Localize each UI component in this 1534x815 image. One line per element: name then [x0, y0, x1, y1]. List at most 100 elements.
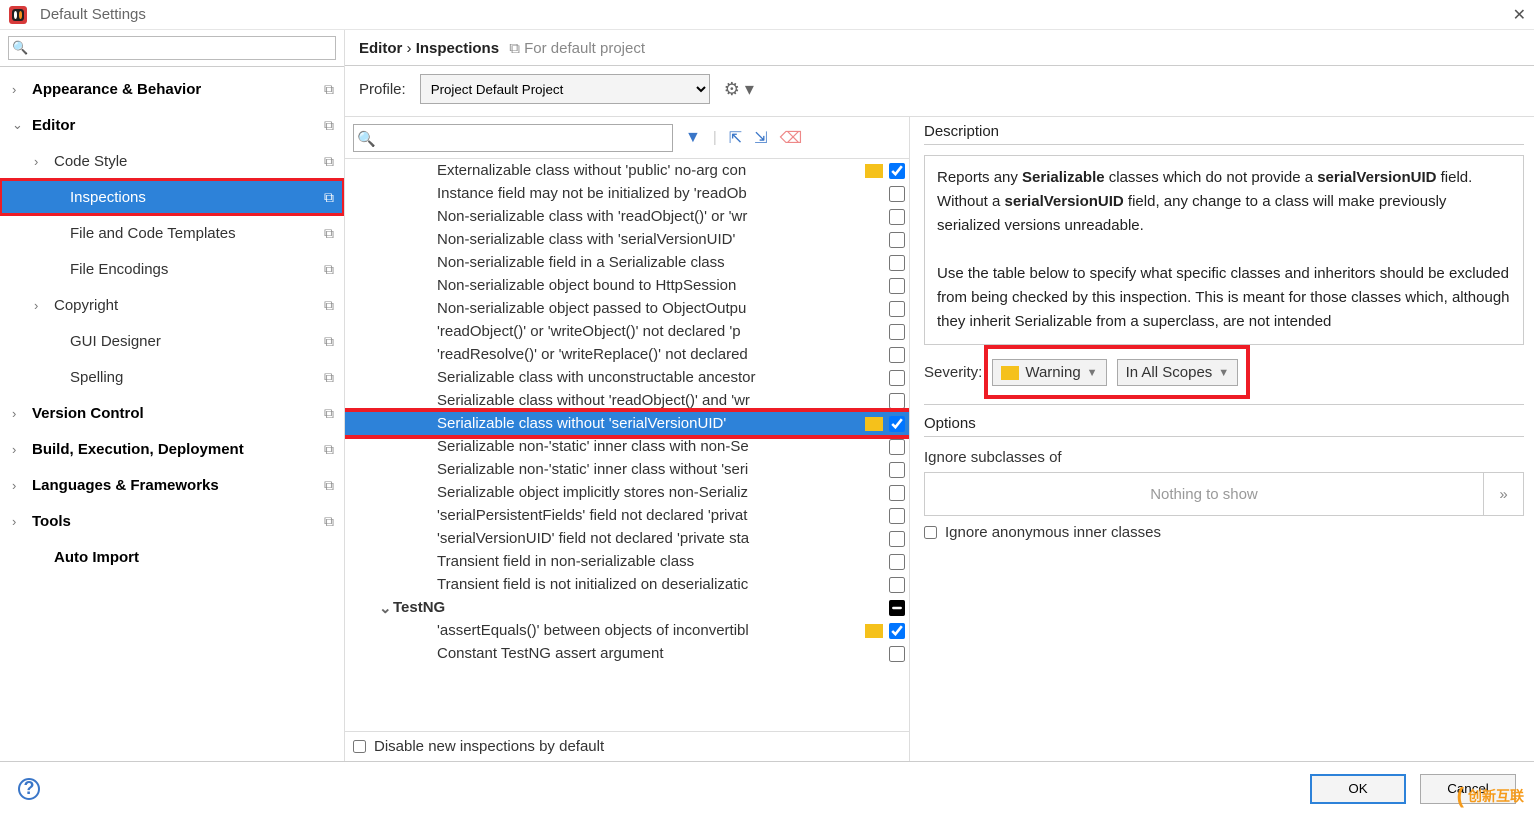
severity-swatch — [865, 279, 883, 293]
inspection-label: Non-serializable class with 'readObject(… — [437, 208, 861, 225]
inspection-item[interactable]: Externalizable class without 'public' no… — [345, 159, 909, 182]
inspection-item[interactable]: Serializable non-'static' inner class wi… — [345, 458, 909, 481]
inspection-checkbox[interactable] — [889, 554, 905, 570]
inspection-checkbox[interactable] — [889, 186, 905, 202]
copy-icon: ⧉ — [324, 513, 334, 530]
inspection-item[interactable]: Transient field in non-serializable clas… — [345, 550, 909, 573]
inspection-checkbox[interactable] — [889, 531, 905, 547]
inspection-item[interactable]: Constant TestNG assert argument — [345, 642, 909, 665]
inspection-checkbox[interactable] — [889, 416, 905, 432]
expand-icon[interactable]: ⇱ — [729, 128, 742, 148]
inspection-item[interactable]: Serializable object implicitly stores no… — [345, 481, 909, 504]
ignore-anon-checkbox[interactable] — [924, 526, 937, 539]
inspection-label: Non-serializable object passed to Object… — [437, 300, 861, 317]
inspection-checkbox[interactable] — [889, 577, 905, 593]
sidebar-item[interactable]: File and Code Templates⧉ — [0, 215, 344, 251]
inspections-list[interactable]: Externalizable class without 'public' no… — [345, 159, 909, 731]
inspection-checkbox[interactable] — [889, 600, 905, 616]
severity-swatch — [865, 164, 883, 178]
sidebar-item-label: GUI Designer — [70, 333, 324, 350]
reset-icon[interactable]: ⌫ — [780, 128, 803, 148]
inspection-item[interactable]: Non-serializable object passed to Object… — [345, 297, 909, 320]
inspections-search-input[interactable] — [353, 124, 673, 152]
sidebar-item[interactable]: Inspections⧉ — [0, 179, 344, 215]
gear-icon[interactable]: ⚙ ▾ — [724, 79, 754, 100]
inspection-checkbox[interactable] — [889, 255, 905, 271]
inspection-checkbox[interactable] — [889, 462, 905, 478]
inspection-checkbox[interactable] — [889, 301, 905, 317]
sidebar-item[interactable]: ›Build, Execution, Deployment⧉ — [0, 431, 344, 467]
inspection-label: Serializable non-'static' inner class wi… — [437, 461, 861, 478]
disable-new-checkbox[interactable] — [353, 740, 366, 753]
severity-select[interactable]: Warning▼ — [992, 359, 1106, 386]
inspection-item[interactable]: Serializable class without 'readObject()… — [345, 389, 909, 412]
sidebar-item[interactable]: Spelling⧉ — [0, 359, 344, 395]
sidebar-item-label: Editor — [32, 117, 324, 134]
inspection-item[interactable]: 'readResolve()' or 'writeReplace()' not … — [345, 343, 909, 366]
inspection-group[interactable]: ⌄TestNG — [345, 596, 909, 619]
collapse-icon[interactable]: ⇲ — [754, 128, 767, 148]
inspection-checkbox[interactable] — [889, 232, 905, 248]
chevron-icon: › — [12, 82, 26, 97]
options-heading: Options — [924, 415, 1524, 437]
inspection-label: Non-serializable field in a Serializable… — [437, 254, 861, 271]
settings-tree[interactable]: ›Appearance & Behavior⧉⌄Editor⧉›Code Sty… — [0, 67, 344, 761]
inspection-item[interactable]: 'readObject()' or 'writeObject()' not de… — [345, 320, 909, 343]
sidebar-item[interactable]: ›Appearance & Behavior⧉ — [0, 71, 344, 107]
inspection-item[interactable]: Non-serializable field in a Serializable… — [345, 251, 909, 274]
severity-swatch — [865, 486, 883, 500]
sidebar-item[interactable]: ⌄Editor⧉ — [0, 107, 344, 143]
inspection-checkbox[interactable] — [889, 485, 905, 501]
severity-swatch — [865, 647, 883, 661]
sidebar-item[interactable]: Auto Import — [0, 539, 344, 575]
sidebar-item-label: Build, Execution, Deployment — [32, 441, 324, 458]
sidebar-item-label: File and Code Templates — [70, 225, 324, 242]
inspection-item[interactable]: Serializable non-'static' inner class wi… — [345, 435, 909, 458]
ignore-subclasses-label: Ignore subclasses of — [924, 449, 1524, 466]
search-icon: 🔍 — [357, 130, 376, 148]
inspection-label: Instance field may not be initialized by… — [437, 185, 861, 202]
inspection-item[interactable]: 'serialPersistentFields' field not decla… — [345, 504, 909, 527]
filter-icon[interactable]: ▼ — [685, 129, 701, 147]
sidebar-search-input[interactable] — [8, 36, 336, 60]
sidebar-item[interactable]: ›Languages & Frameworks⧉ — [0, 467, 344, 503]
inspection-item[interactable]: Transient field is not initialized on de… — [345, 573, 909, 596]
inspection-checkbox[interactable] — [889, 393, 905, 409]
inspection-item[interactable]: Instance field may not be initialized by… — [345, 182, 909, 205]
more-icon[interactable]: » — [1483, 473, 1523, 515]
help-icon[interactable]: ? — [18, 778, 40, 800]
window-title: Default Settings — [40, 6, 146, 23]
inspection-label: 'readResolve()' or 'writeReplace()' not … — [437, 346, 861, 363]
inspection-item[interactable]: 'serialVersionUID' field not declared 'p… — [345, 527, 909, 550]
inspection-checkbox[interactable] — [889, 508, 905, 524]
close-icon[interactable]: ✕ — [1513, 5, 1526, 25]
sidebar-item[interactable]: ›Tools⧉ — [0, 503, 344, 539]
sidebar-item[interactable]: File Encodings⧉ — [0, 251, 344, 287]
severity-swatch — [865, 624, 883, 638]
scope-select[interactable]: In All Scopes▼ — [1117, 359, 1239, 386]
ok-button[interactable]: OK — [1310, 774, 1406, 804]
inspection-item[interactable]: 'assertEquals()' between objects of inco… — [345, 619, 909, 642]
inspection-checkbox[interactable] — [889, 324, 905, 340]
inspection-checkbox[interactable] — [889, 646, 905, 662]
inspection-checkbox[interactable] — [889, 370, 905, 386]
sidebar-item[interactable]: ›Code Style⧉ — [0, 143, 344, 179]
profile-select[interactable]: Project Default Project — [420, 74, 710, 104]
inspection-checkbox[interactable] — [889, 439, 905, 455]
watermark: (创新互联 — [1457, 783, 1524, 809]
inspection-item[interactable]: Non-serializable class with 'serialVersi… — [345, 228, 909, 251]
inspection-checkbox[interactable] — [889, 347, 905, 363]
inspection-item[interactable]: Serializable class with unconstructable … — [345, 366, 909, 389]
inspection-checkbox[interactable] — [889, 209, 905, 225]
profile-label: Profile: — [359, 81, 406, 98]
inspection-item[interactable]: Non-serializable object bound to HttpSes… — [345, 274, 909, 297]
sidebar-item[interactable]: ›Version Control⧉ — [0, 395, 344, 431]
inspection-item[interactable]: Serializable class without 'serialVersio… — [345, 412, 909, 435]
sidebar-item[interactable]: GUI Designer⧉ — [0, 323, 344, 359]
sidebar-item[interactable]: ›Copyright⧉ — [0, 287, 344, 323]
inspections-toolbar: 🔍 ▼ | ⇱ ⇲ ⌫ — [345, 117, 909, 159]
inspection-item[interactable]: Non-serializable class with 'readObject(… — [345, 205, 909, 228]
inspection-checkbox[interactable] — [889, 278, 905, 294]
inspection-checkbox[interactable] — [889, 623, 905, 639]
inspection-checkbox[interactable] — [889, 163, 905, 179]
